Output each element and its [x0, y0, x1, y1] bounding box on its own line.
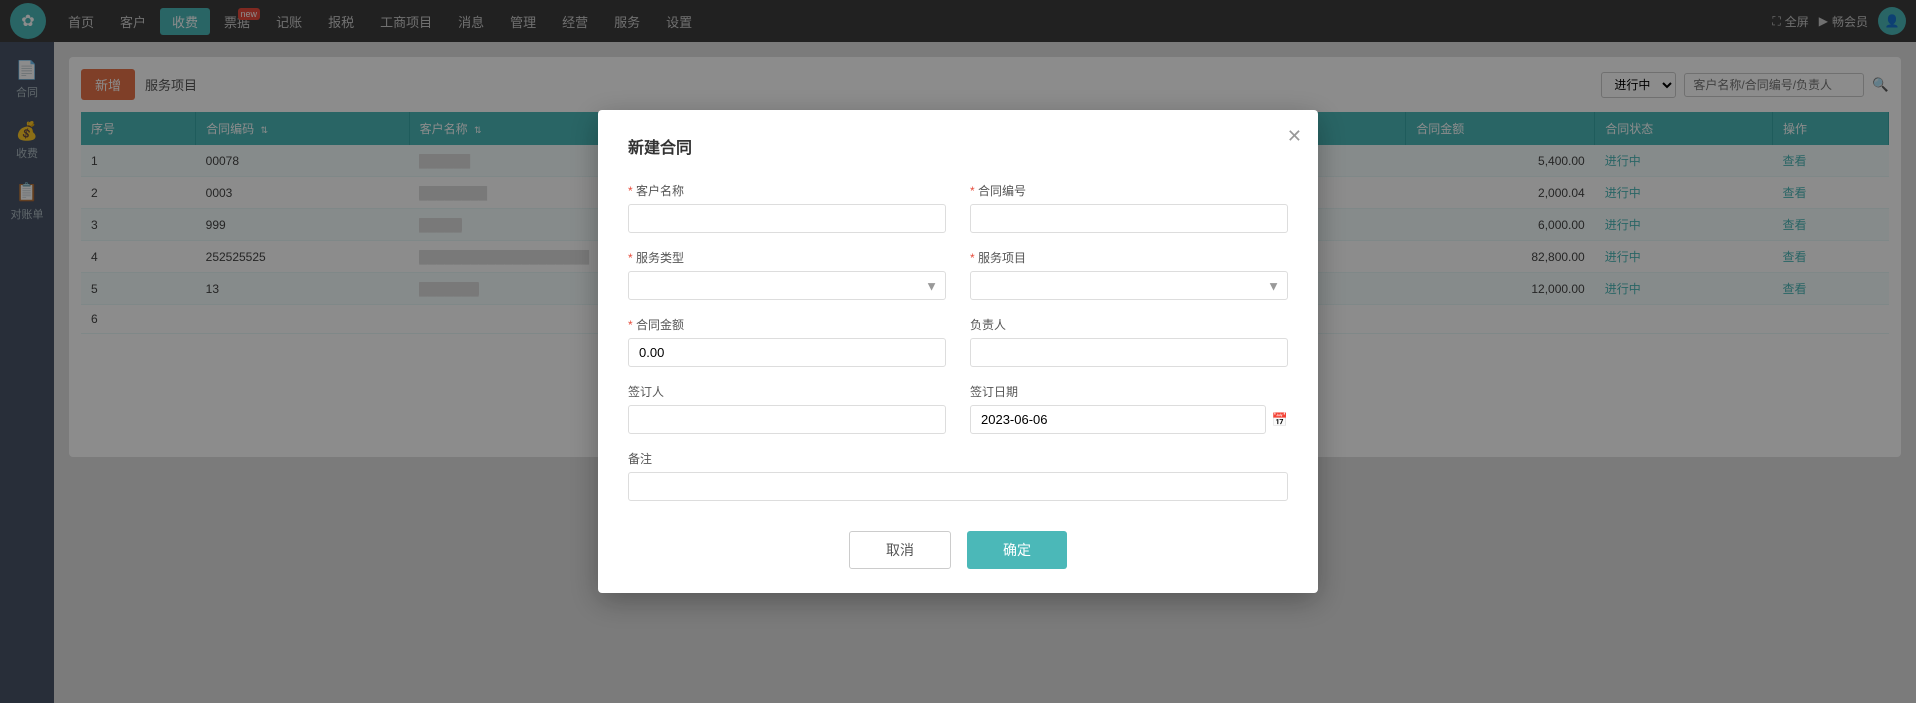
service-item-select-wrap: ▼ [970, 271, 1288, 300]
service-type-label: 服务类型 [628, 249, 946, 266]
service-type-select[interactable] [628, 271, 946, 300]
contract-amount-label: 合同金额 [628, 316, 946, 333]
customer-name-label: 客户名称 [628, 182, 946, 199]
signer-label: 签订人 [628, 383, 946, 400]
dialog-title: 新建合同 [628, 134, 1288, 158]
service-item-label: 服务项目 [970, 249, 1288, 266]
sign-date-label: 签订日期 [970, 383, 1288, 400]
contract-no-group: 合同编号 [970, 182, 1288, 233]
sign-date-input[interactable]: 2023-06-06 [970, 405, 1266, 434]
responsible-group: 负责人 [970, 316, 1288, 367]
dialog-overlay: ✕ 新建合同 客户名称 合同编号 服务类型 ▼ [0, 0, 1916, 703]
remark-input[interactable] [628, 472, 1288, 501]
service-item-group: 服务项目 ▼ [970, 249, 1288, 300]
service-item-select[interactable] [970, 271, 1288, 300]
contract-amount-group: 合同金额 [628, 316, 946, 367]
responsible-label: 负责人 [970, 316, 1288, 333]
service-type-select-wrap: ▼ [628, 271, 946, 300]
signer-group: 签订人 [628, 383, 946, 434]
customer-name-input[interactable] [628, 204, 946, 233]
cancel-button[interactable]: 取消 [849, 531, 951, 569]
dialog-footer: 取消 确定 [628, 531, 1288, 569]
remark-group: 备注 [628, 450, 1288, 501]
customer-name-group: 客户名称 [628, 182, 946, 233]
responsible-input[interactable] [970, 338, 1288, 367]
contract-amount-input[interactable] [628, 338, 946, 367]
dialog-form: 客户名称 合同编号 服务类型 ▼ 服务项目 [628, 182, 1288, 501]
contract-no-input[interactable] [970, 204, 1288, 233]
new-contract-dialog: ✕ 新建合同 客户名称 合同编号 服务类型 ▼ [598, 110, 1318, 593]
sign-date-row: 2023-06-06 📅 [970, 405, 1288, 434]
sign-date-group: 签订日期 2023-06-06 📅 [970, 383, 1288, 434]
confirm-button[interactable]: 确定 [967, 531, 1067, 569]
service-type-group: 服务类型 ▼ [628, 249, 946, 300]
remark-label: 备注 [628, 450, 1288, 467]
dialog-close-button[interactable]: ✕ [1287, 126, 1302, 147]
calendar-icon[interactable]: 📅 [1272, 412, 1288, 428]
contract-no-label: 合同编号 [970, 182, 1288, 199]
signer-input[interactable] [628, 405, 946, 434]
